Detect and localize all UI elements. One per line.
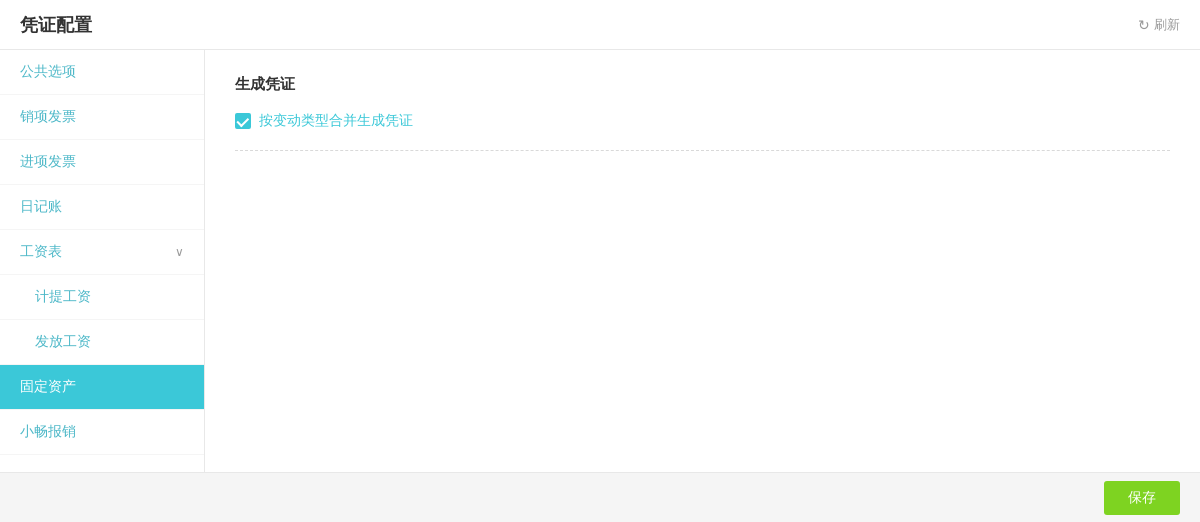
content-area: 生成凭证 按变动类型合并生成凭证: [205, 50, 1200, 472]
sidebar-item-label: 小畅报销: [20, 423, 76, 441]
refresh-icon: ↻: [1138, 17, 1150, 33]
checkbox-label: 按变动类型合并生成凭证: [259, 112, 413, 130]
sidebar-item-payroll-table[interactable]: 工资表 ∨: [0, 230, 204, 275]
sidebar-item-label: 进项发票: [20, 153, 76, 171]
sidebar-item-label: 公共选项: [20, 63, 76, 81]
sidebar-item-label: 计提工资: [35, 288, 91, 306]
sidebar-item-payroll-calc[interactable]: 计提工资: [0, 275, 204, 320]
sidebar-item-label: 销项发票: [20, 108, 76, 126]
footer: 保存: [0, 472, 1200, 522]
sidebar-item-petty-expense[interactable]: 小畅报销: [0, 410, 204, 455]
refresh-button[interactable]: ↻ 刷新: [1138, 16, 1180, 34]
sidebar-item-public-options[interactable]: 公共选项: [0, 50, 204, 95]
sidebar-item-payroll-pay[interactable]: 发放工资: [0, 320, 204, 365]
chevron-down-icon: ∨: [175, 245, 184, 259]
page-title: 凭证配置: [20, 13, 92, 37]
main-layout: 公共选项销项发票进项发票日记账工资表 ∨ 计提工资发放工资固定资产小畅报销 生成凭证…: [0, 50, 1200, 472]
save-button[interactable]: 保存: [1104, 481, 1180, 515]
sidebar-item-label: 日记账: [20, 198, 62, 216]
section-divider: [235, 150, 1170, 151]
checkbox-row[interactable]: 按变动类型合并生成凭证: [235, 112, 1170, 130]
header: 凭证配置 ↻ 刷新: [0, 0, 1200, 50]
sidebar-item-label: 工资表: [20, 243, 62, 261]
sidebar-item-label: 固定资产: [20, 378, 76, 396]
sidebar-item-journal[interactable]: 日记账: [0, 185, 204, 230]
sidebar: 公共选项销项发票进项发票日记账工资表 ∨ 计提工资发放工资固定资产小畅报销: [0, 50, 205, 472]
refresh-label: 刷新: [1154, 16, 1180, 34]
merge-by-type-checkbox[interactable]: [235, 113, 251, 129]
section-title: 生成凭证: [235, 75, 1170, 94]
sidebar-item-label: 发放工资: [35, 333, 91, 351]
sidebar-item-sales-invoice[interactable]: 销项发票: [0, 95, 204, 140]
sidebar-item-fixed-assets[interactable]: 固定资产: [0, 365, 204, 410]
sidebar-item-purchase-invoice[interactable]: 进项发票: [0, 140, 204, 185]
